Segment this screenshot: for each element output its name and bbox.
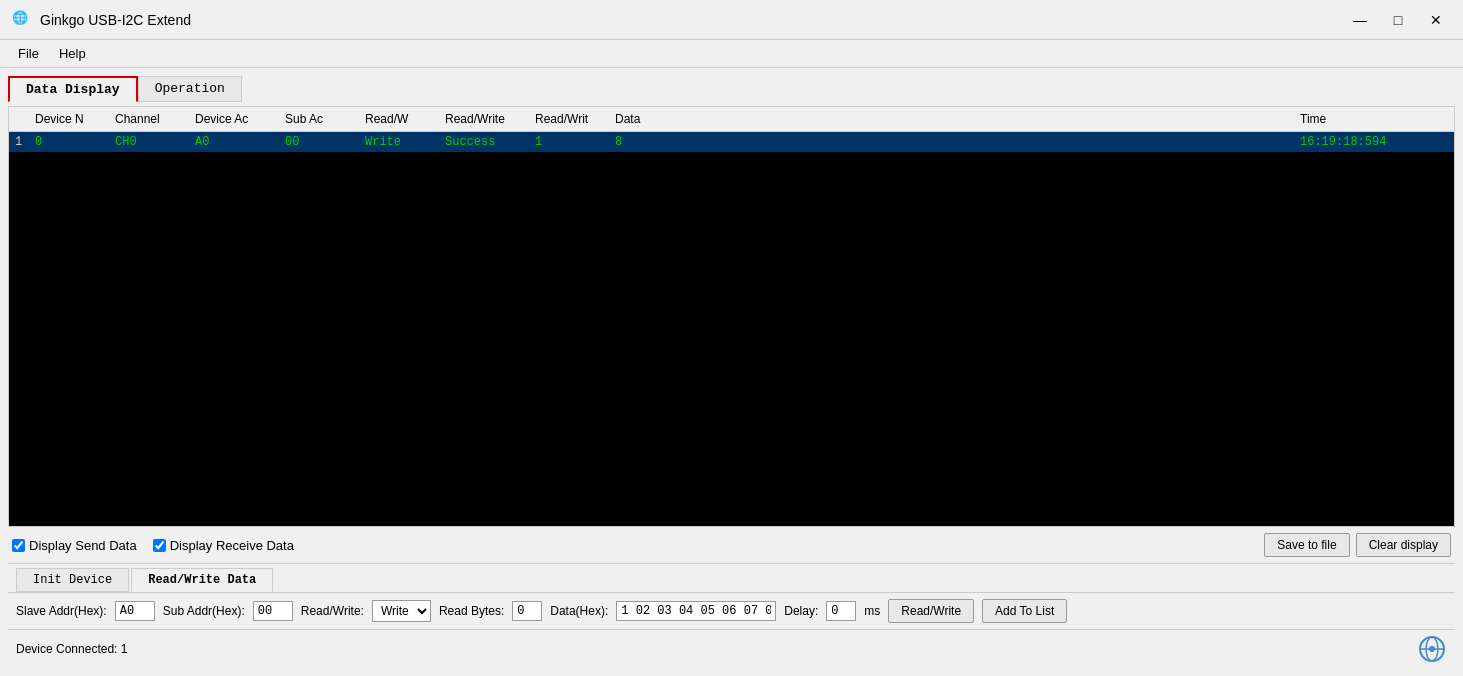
cell-status: Success	[439, 132, 529, 152]
tab-read-write-data[interactable]: Read/Write Data	[131, 568, 273, 592]
cell-num: 1	[9, 132, 29, 152]
header-device-addr: Device Ac	[189, 109, 279, 129]
sub-addr-label: Sub Addr(Hex):	[163, 604, 245, 618]
read-bytes-label: Read Bytes:	[439, 604, 504, 618]
delay-label: Delay:	[784, 604, 818, 618]
menu-help[interactable]: Help	[49, 44, 96, 63]
tab-data-display[interactable]: Data Display	[8, 76, 138, 102]
header-rw1: Read/W	[359, 109, 439, 129]
status-right	[1417, 634, 1447, 664]
data-display-area: Device N Channel Device Ac Sub Ac Read/W…	[8, 106, 1455, 527]
send-data-checkbox-label[interactable]: Display Send Data	[12, 538, 137, 553]
window-title: Ginkgo USB-I2C Extend	[40, 12, 191, 28]
delay-input[interactable]	[826, 601, 856, 621]
send-data-label: Display Send Data	[29, 538, 137, 553]
tab-operation[interactable]: Operation	[138, 76, 242, 102]
receive-data-checkbox[interactable]	[153, 539, 166, 552]
bottom-section: Init Device Read/Write Data Slave Addr(H…	[8, 563, 1455, 629]
close-button[interactable]: ✕	[1421, 9, 1451, 31]
save-to-file-button[interactable]: Save to file	[1264, 533, 1349, 557]
menu-file[interactable]: File	[8, 44, 49, 63]
add-to-list-button[interactable]: Add To List	[982, 599, 1067, 623]
title-bar-controls: — □ ✕	[1345, 9, 1451, 31]
delay-unit: ms	[864, 604, 880, 618]
tab-init-device[interactable]: Init Device	[16, 568, 129, 592]
data-label: Data(Hex):	[550, 604, 608, 618]
cell-time: 16:19:18:594	[1294, 132, 1454, 152]
main-content: Data Display Operation Device N Channel …	[0, 68, 1463, 676]
table-row[interactable]: 1 0 CH0 A0 00 Write Success 1 8 16:19:18…	[9, 132, 1454, 152]
send-data-checkbox[interactable]	[12, 539, 25, 552]
clear-display-button[interactable]: Clear display	[1356, 533, 1451, 557]
header-sub-addr: Sub Ac	[279, 109, 359, 129]
display-options-left: Display Send Data Display Receive Data	[12, 538, 294, 553]
read-bytes-input[interactable]	[512, 601, 542, 621]
cell-rw-val: 1	[529, 132, 609, 152]
maximize-button[interactable]: □	[1383, 9, 1413, 31]
cell-channel: CH0	[109, 132, 189, 152]
cell-rw: Write	[359, 132, 439, 152]
header-device-num: Device N	[29, 109, 109, 129]
display-options-right: Save to file Clear display	[1264, 533, 1451, 557]
rw-label: Read/Write:	[301, 604, 364, 618]
bottom-tabs-row: Init Device Read/Write Data	[8, 564, 1455, 592]
read-write-button[interactable]: Read/Write	[888, 599, 974, 623]
display-options-bar: Display Send Data Display Receive Data S…	[8, 527, 1455, 563]
slave-addr-input[interactable]	[115, 601, 155, 621]
table-body: 1 0 CH0 A0 00 Write Success 1 8 16:19:18…	[9, 132, 1454, 526]
status-bar: Device Connected: 1	[8, 629, 1455, 668]
header-channel: Channel	[109, 109, 189, 129]
rw-select[interactable]: Write Read	[372, 600, 431, 622]
logo-icon	[1417, 634, 1447, 664]
header-rw2: Read/Write	[439, 109, 529, 129]
top-tabs-row: Data Display Operation	[8, 76, 1455, 102]
title-bar-left: 🌐 Ginkgo USB-I2C Extend	[12, 10, 191, 30]
header-time: Time	[1294, 109, 1454, 129]
menu-bar: File Help	[0, 40, 1463, 68]
data-input[interactable]	[616, 601, 776, 621]
title-bar: 🌐 Ginkgo USB-I2C Extend — □ ✕	[0, 0, 1463, 40]
app-icon: 🌐	[12, 10, 32, 30]
receive-data-checkbox-label[interactable]: Display Receive Data	[153, 538, 294, 553]
slave-addr-label: Slave Addr(Hex):	[16, 604, 107, 618]
table-header: Device N Channel Device Ac Sub Ac Read/W…	[9, 107, 1454, 132]
svg-point-3	[1429, 646, 1435, 652]
header-num	[9, 109, 29, 129]
receive-data-label: Display Receive Data	[170, 538, 294, 553]
sub-addr-input[interactable]	[253, 601, 293, 621]
cell-data: 8	[609, 132, 1294, 152]
minimize-button[interactable]: —	[1345, 9, 1375, 31]
header-data: Data	[609, 109, 1294, 129]
cell-device-addr: A0	[189, 132, 279, 152]
cell-device-num: 0	[29, 132, 109, 152]
status-text: Device Connected: 1	[16, 642, 127, 656]
header-rw3: Read/Writ	[529, 109, 609, 129]
bottom-controls: Slave Addr(Hex): Sub Addr(Hex): Read/Wri…	[8, 592, 1455, 629]
cell-sub-addr: 00	[279, 132, 359, 152]
